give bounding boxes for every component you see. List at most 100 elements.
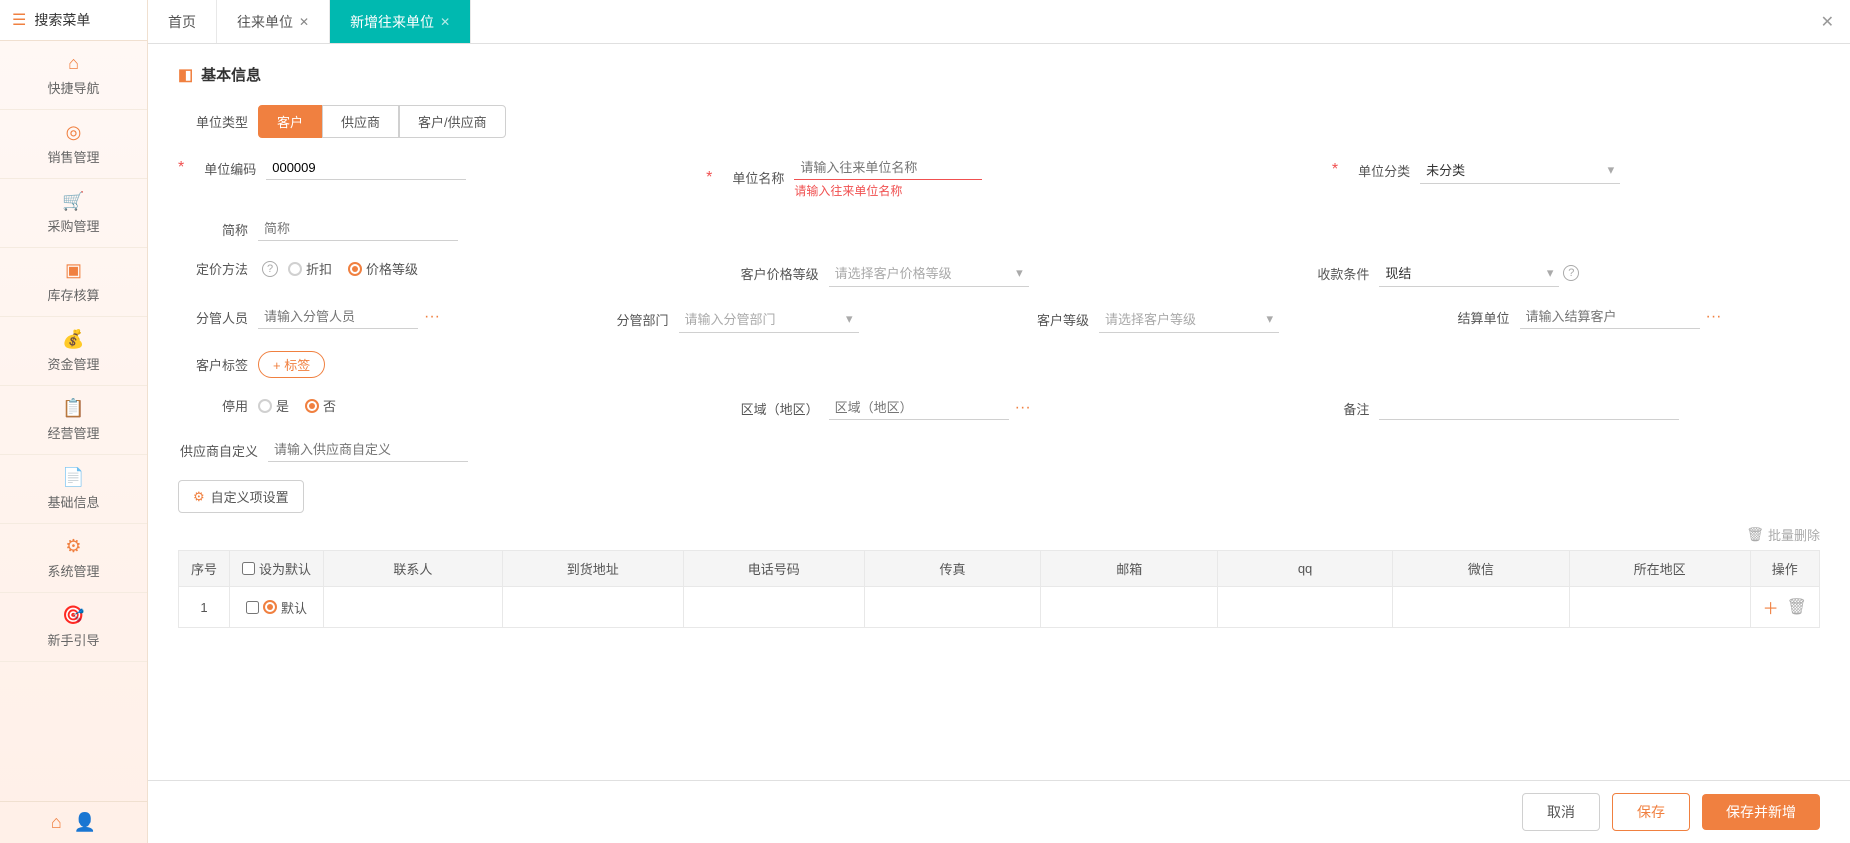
sidebar-item-guide[interactable]: 🎯 新手引导	[0, 593, 147, 662]
row-phone[interactable]	[683, 587, 864, 628]
row-disable-region: 停用 是 否 区域（地区） ···	[178, 396, 1820, 420]
row-default-radio[interactable]: 默认	[263, 598, 307, 617]
tab-partners[interactable]: 往来单位 ✕	[217, 0, 330, 43]
supplier-custom-input[interactable]	[268, 438, 468, 462]
field-disable: 停用 是 否	[178, 396, 699, 415]
row-email[interactable]	[1041, 587, 1218, 628]
tab-home[interactable]: 首页	[148, 0, 217, 43]
payment-label: 收款条件	[1299, 264, 1369, 283]
price-level-select[interactable]: 请选择客户价格等级 ▾	[829, 259, 1029, 287]
payment-select[interactable]: 现结 ▾	[1379, 259, 1559, 287]
save-and-new-button[interactable]: 保存并新增	[1702, 794, 1820, 830]
add-tag-button[interactable]: + 标签	[258, 351, 325, 378]
sidebar-user-icon[interactable]: 👤	[74, 812, 96, 833]
sidebar-item-finance[interactable]: 💰 资金管理	[0, 317, 147, 386]
abbr-label: 简称	[178, 220, 248, 239]
pricing-help-icon[interactable]: ?	[262, 261, 278, 277]
department-chevron: ▾	[846, 311, 853, 327]
region-input[interactable]	[829, 396, 1009, 420]
phone-input[interactable]	[696, 600, 852, 615]
field-abbr: 简称	[178, 217, 1820, 241]
settlement-more-icon[interactable]: ···	[1706, 308, 1722, 326]
sidebar-bottom: ⌂ 👤	[0, 801, 147, 843]
pricing-radio-level[interactable]: 价格等级	[348, 259, 418, 278]
row-qq[interactable]	[1218, 587, 1393, 628]
main-area: 首页 往来单位 ✕ 新增往来单位 ✕ ✕ ◧ 基本信息 单位类型 客户 供应商 …	[148, 0, 1850, 843]
field-code: * 单位编码	[178, 156, 666, 180]
field-payment: 收款条件 现结 ▾ ?	[1299, 259, 1820, 287]
department-select[interactable]: 请输入分管部门 ▾	[679, 305, 859, 333]
select-all-checkbox[interactable]	[242, 562, 255, 575]
remark-input[interactable]	[1379, 396, 1679, 420]
field-settlement: 结算单位 ···	[1440, 305, 1821, 329]
default-circle	[263, 600, 277, 614]
row-wechat[interactable]	[1392, 587, 1569, 628]
purchase-icon: 🛒	[62, 191, 84, 212]
custom-settings-button[interactable]: ⚙ 自定义项设置	[178, 480, 304, 513]
add-row-button[interactable]: ＋	[1763, 595, 1779, 619]
level-label: 价格等级	[366, 259, 418, 278]
sidebar-item-purchase[interactable]: 🛒 采购管理	[0, 179, 147, 248]
yes-circle	[258, 399, 272, 413]
location-input[interactable]	[1582, 600, 1738, 615]
no-label: 否	[323, 396, 336, 415]
settlement-input[interactable]	[1520, 305, 1700, 329]
field-name: * 单位名称 请输入往来单位名称	[706, 156, 1292, 199]
save-button[interactable]: 保存	[1612, 793, 1690, 831]
batch-delete-label[interactable]: 批量删除	[1768, 525, 1820, 544]
field-category: * 单位分类 未分类 ▾	[1332, 156, 1820, 184]
customer-level-select[interactable]: 请选择客户等级 ▾	[1099, 305, 1279, 333]
sidebar-item-system[interactable]: ⚙ 系统管理	[0, 524, 147, 593]
row-checkbox[interactable]	[246, 601, 259, 614]
pricing-radio-group: 折扣 价格等级	[288, 259, 418, 278]
form-content: ◧ 基本信息 单位类型 客户 供应商 客户/供应商 * 单位编码 * 单位名称	[148, 44, 1850, 780]
disable-yes[interactable]: 是	[258, 396, 289, 415]
wechat-input[interactable]	[1405, 600, 1557, 615]
region-more-icon[interactable]: ···	[1015, 399, 1031, 417]
qq-input[interactable]	[1230, 600, 1380, 615]
sidebar-item-basic[interactable]: 📄 基础信息	[0, 455, 147, 524]
btn-both[interactable]: 客户/供应商	[399, 105, 506, 138]
sidebar-item-quick-nav[interactable]: ⌂ 快捷导航	[0, 41, 147, 110]
guide-icon: 🎯	[62, 605, 84, 626]
fax-input[interactable]	[877, 600, 1029, 615]
payment-help-icon[interactable]: ?	[1563, 265, 1579, 281]
contact-input[interactable]	[336, 600, 490, 615]
manager-more-icon[interactable]: ···	[424, 308, 440, 326]
tab-new-partner-close[interactable]: ✕	[440, 15, 450, 29]
btn-supplier[interactable]: 供应商	[322, 105, 399, 138]
row-fax[interactable]	[864, 587, 1041, 628]
abbr-input[interactable]	[258, 217, 458, 241]
sidebar-item-label: 新手引导	[47, 630, 99, 649]
sidebar-item-sales[interactable]: ◎ 销售管理	[0, 110, 147, 179]
row-contact[interactable]	[324, 587, 503, 628]
sidebar-item-inventory[interactable]: ▣ 库存核算	[0, 248, 147, 317]
sidebar-item-operations[interactable]: 📋 经营管理	[0, 386, 147, 455]
email-input[interactable]	[1053, 600, 1205, 615]
tab-partners-close[interactable]: ✕	[299, 15, 309, 29]
tab-new-partner[interactable]: 新增往来单位 ✕	[330, 0, 471, 43]
disable-no[interactable]: 否	[305, 396, 336, 415]
footer: 取消 保存 保存并新增	[148, 780, 1850, 843]
sidebar-home-icon[interactable]: ⌂	[51, 812, 62, 833]
row-location[interactable]	[1569, 587, 1750, 628]
col-contact: 联系人	[324, 551, 503, 587]
cancel-button[interactable]: 取消	[1522, 793, 1600, 831]
row-supplier-custom: 供应商自定义	[178, 438, 1820, 462]
pricing-radio-discount[interactable]: 折扣	[288, 259, 332, 278]
sidebar-search[interactable]: ☰ 搜索菜单	[0, 0, 147, 41]
field-manager: 分管人员 ···	[178, 305, 559, 329]
code-input[interactable]	[266, 156, 466, 180]
manager-input[interactable]	[258, 305, 418, 329]
category-select[interactable]: 未分类 ▾	[1420, 156, 1620, 184]
search-icon: ☰	[12, 10, 26, 30]
sidebar-item-label: 销售管理	[47, 147, 99, 166]
row-address[interactable]	[502, 587, 683, 628]
address-input[interactable]	[515, 600, 671, 615]
yes-label: 是	[276, 396, 289, 415]
name-input[interactable]	[794, 156, 982, 180]
btn-customer[interactable]: 客户	[258, 105, 322, 138]
window-close-button[interactable]: ✕	[1805, 0, 1850, 43]
field-remark: 备注	[1299, 396, 1820, 420]
delete-row-button[interactable]: 🗑	[1787, 597, 1807, 617]
